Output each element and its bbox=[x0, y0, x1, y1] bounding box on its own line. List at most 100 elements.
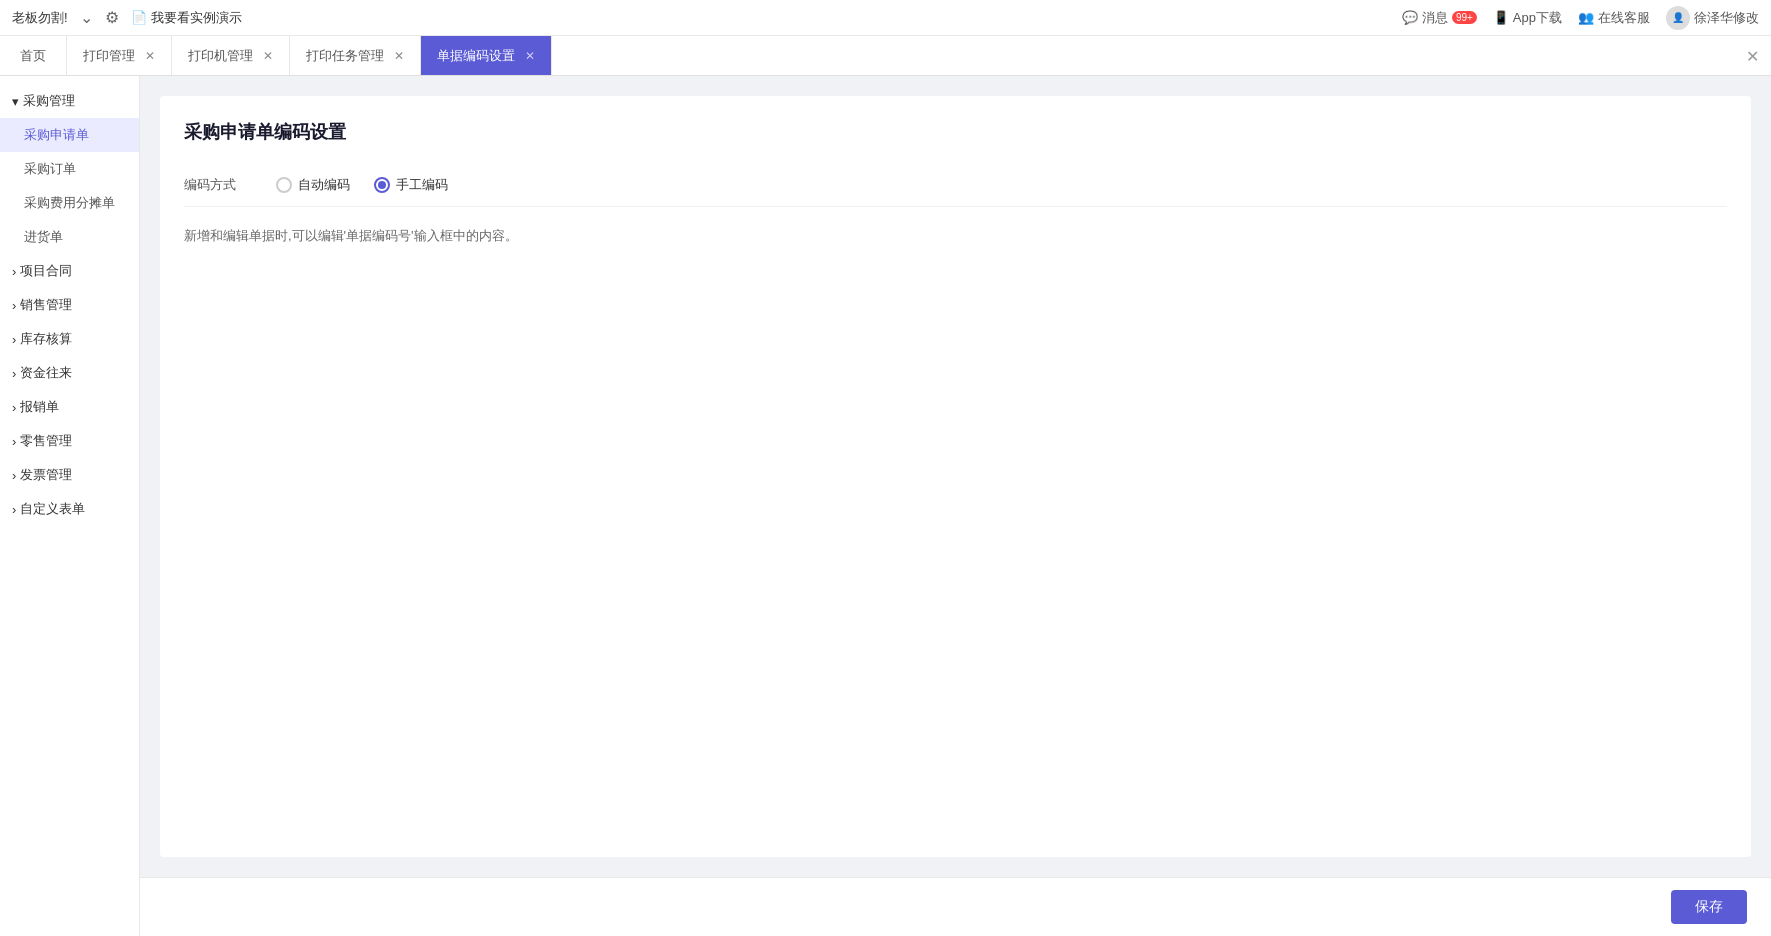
expand-arrow-icon-invoice: › bbox=[12, 468, 16, 483]
tab-printer-management[interactable]: 打印机管理 ✕ bbox=[172, 36, 290, 75]
sidebar-group-inventory: › 库存核算 bbox=[0, 322, 139, 356]
online-service-label: 在线客服 bbox=[1598, 9, 1650, 27]
tab-print-management[interactable]: 打印管理 ✕ bbox=[67, 36, 172, 75]
message-icon: 💬 bbox=[1402, 10, 1418, 25]
sidebar-group-purchase-title[interactable]: ▾ 采购管理 bbox=[0, 84, 139, 118]
sidebar-group-purchase-label: 采购管理 bbox=[23, 92, 75, 110]
save-button[interactable]: 保存 bbox=[1671, 890, 1747, 924]
tab-print-management-label: 打印管理 bbox=[83, 47, 135, 65]
sidebar-item-stock-in-label: 进货单 bbox=[24, 229, 63, 244]
sidebar-group-invoice-title[interactable]: › 发票管理 bbox=[0, 458, 139, 492]
content-area: 采购申请单编码设置 编码方式 自动编码 手工编码 bbox=[140, 76, 1771, 877]
manual-encode-radio[interactable] bbox=[374, 177, 390, 193]
sidebar: ▾ 采购管理 采购申请单 采购订单 采购费用分摊单 进货单 › 项目合同 bbox=[0, 76, 140, 936]
sidebar-group-inventory-title[interactable]: › 库存核算 bbox=[0, 322, 139, 356]
expand-arrow-icon-project: › bbox=[12, 264, 16, 279]
sidebar-group-sales: › 销售管理 bbox=[0, 288, 139, 322]
tab-home[interactable]: 首页 bbox=[0, 36, 67, 75]
demo-label: 我要看实例演示 bbox=[151, 9, 242, 27]
sidebar-group-custom-form-label: 自定义表单 bbox=[20, 500, 85, 518]
sidebar-group-capital-label: 资金往来 bbox=[20, 364, 72, 382]
message-button[interactable]: 💬 消息 99+ bbox=[1402, 9, 1477, 27]
sidebar-item-stock-in[interactable]: 进货单 bbox=[0, 220, 139, 254]
bottom-bar: 保存 bbox=[140, 877, 1771, 936]
brand-label: 老板勿割! bbox=[12, 9, 68, 27]
sidebar-group-returns: › 报销单 bbox=[0, 390, 139, 424]
tab-barcode-settings-label: 单据编码设置 bbox=[437, 47, 515, 65]
tab-bar-close-button[interactable]: ✕ bbox=[1734, 38, 1771, 73]
sidebar-group-project-contract-title[interactable]: › 项目合同 bbox=[0, 254, 139, 288]
settings-icon-button[interactable]: ⚙ bbox=[101, 6, 123, 29]
sidebar-group-invoice: › 发票管理 bbox=[0, 458, 139, 492]
tab-printer-management-close[interactable]: ✕ bbox=[263, 49, 273, 63]
sidebar-group-sales-label: 销售管理 bbox=[20, 296, 72, 314]
content-card: 采购申请单编码设置 编码方式 自动编码 手工编码 bbox=[160, 96, 1751, 857]
expand-arrow-icon-custom: › bbox=[12, 502, 16, 517]
page-title: 采购申请单编码设置 bbox=[184, 120, 1727, 144]
expand-arrow-icon-retail: › bbox=[12, 434, 16, 449]
sidebar-item-purchase-request[interactable]: 采购申请单 bbox=[0, 118, 139, 152]
sidebar-group-retail-label: 零售管理 bbox=[20, 432, 72, 450]
top-bar: 老板勿割! ⌄ ⚙ 📄 我要看实例演示 💬 消息 99+ 📱 App下载 👥 在… bbox=[0, 0, 1771, 36]
sidebar-group-project-contract: › 项目合同 bbox=[0, 254, 139, 288]
encode-label: 编码方式 bbox=[184, 176, 244, 194]
sidebar-group-invoice-label: 发票管理 bbox=[20, 466, 72, 484]
top-bar-left: 老板勿割! ⌄ ⚙ 📄 我要看实例演示 bbox=[12, 6, 242, 29]
sidebar-group-capital-title[interactable]: › 资金往来 bbox=[0, 356, 139, 390]
app-download-button[interactable]: 📱 App下载 bbox=[1493, 9, 1562, 27]
demo-icon: 📄 bbox=[131, 10, 147, 25]
sidebar-group-project-contract-label: 项目合同 bbox=[20, 262, 72, 280]
manual-encode-option[interactable]: 手工编码 bbox=[374, 176, 448, 194]
sidebar-item-purchase-request-label: 采购申请单 bbox=[24, 127, 89, 142]
sidebar-group-returns-title[interactable]: › 报销单 bbox=[0, 390, 139, 424]
sidebar-group-purchase: ▾ 采购管理 采购申请单 采购订单 采购费用分摊单 进货单 bbox=[0, 84, 139, 254]
expand-arrow-icon-inventory: › bbox=[12, 332, 16, 347]
expand-arrow-icon-returns: › bbox=[12, 400, 16, 415]
username-label: 徐泽华修改 bbox=[1694, 9, 1759, 27]
online-service-button[interactable]: 👥 在线客服 bbox=[1578, 9, 1650, 27]
download-icon: 📱 bbox=[1493, 10, 1509, 25]
radio-group: 自动编码 手工编码 bbox=[276, 176, 448, 194]
sidebar-group-returns-label: 报销单 bbox=[20, 398, 59, 416]
tab-print-management-close[interactable]: ✕ bbox=[145, 49, 155, 63]
sidebar-group-retail: › 零售管理 bbox=[0, 424, 139, 458]
hint-text: 新增和编辑单据时,可以编辑'单据编码号'输入框中的内容。 bbox=[184, 227, 1727, 245]
sidebar-item-purchase-expense-label: 采购费用分摊单 bbox=[24, 195, 115, 210]
auto-encode-label: 自动编码 bbox=[298, 176, 350, 194]
avatar: 👤 bbox=[1666, 6, 1690, 30]
sidebar-group-inventory-label: 库存核算 bbox=[20, 330, 72, 348]
tab-home-label: 首页 bbox=[20, 47, 46, 65]
top-bar-icons: ⌄ ⚙ bbox=[76, 6, 123, 29]
auto-encode-option[interactable]: 自动编码 bbox=[276, 176, 350, 194]
sidebar-item-purchase-expense[interactable]: 采购费用分摊单 bbox=[0, 186, 139, 220]
demo-link[interactable]: 📄 我要看实例演示 bbox=[131, 9, 242, 27]
sidebar-item-purchase-order[interactable]: 采购订单 bbox=[0, 152, 139, 186]
dropdown-icon-button[interactable]: ⌄ bbox=[76, 6, 97, 29]
tab-bar: 首页 打印管理 ✕ 打印机管理 ✕ 打印任务管理 ✕ 单据编码设置 ✕ ✕ bbox=[0, 36, 1771, 76]
tab-print-task-close[interactable]: ✕ bbox=[394, 49, 404, 63]
auto-encode-radio[interactable] bbox=[276, 177, 292, 193]
message-badge: 99+ bbox=[1452, 11, 1477, 24]
tab-print-task[interactable]: 打印任务管理 ✕ bbox=[290, 36, 421, 75]
top-bar-right: 💬 消息 99+ 📱 App下载 👥 在线客服 👤 徐泽华修改 bbox=[1402, 6, 1759, 30]
user-menu[interactable]: 👤 徐泽华修改 bbox=[1666, 6, 1759, 30]
sidebar-group-custom-form: › 自定义表单 bbox=[0, 492, 139, 526]
sidebar-group-custom-form-title[interactable]: › 自定义表单 bbox=[0, 492, 139, 526]
sidebar-group-capital: › 资金往来 bbox=[0, 356, 139, 390]
tab-barcode-settings[interactable]: 单据编码设置 ✕ bbox=[421, 36, 552, 75]
message-label: 消息 bbox=[1422, 9, 1448, 27]
main-content: 采购申请单编码设置 编码方式 自动编码 手工编码 bbox=[140, 76, 1771, 936]
sidebar-group-sales-title[interactable]: › 销售管理 bbox=[0, 288, 139, 322]
expand-arrow-icon-capital: › bbox=[12, 366, 16, 381]
sidebar-item-purchase-order-label: 采购订单 bbox=[24, 161, 76, 176]
expand-arrow-icon-sales: › bbox=[12, 298, 16, 313]
service-icon: 👥 bbox=[1578, 10, 1594, 25]
collapse-arrow-icon: ▾ bbox=[12, 94, 19, 109]
layout: ▾ 采购管理 采购申请单 采购订单 采购费用分摊单 进货单 › 项目合同 bbox=[0, 76, 1771, 936]
sidebar-group-retail-title[interactable]: › 零售管理 bbox=[0, 424, 139, 458]
encode-row: 编码方式 自动编码 手工编码 bbox=[184, 164, 1727, 207]
manual-encode-label: 手工编码 bbox=[396, 176, 448, 194]
tab-printer-management-label: 打印机管理 bbox=[188, 47, 253, 65]
tab-print-task-label: 打印任务管理 bbox=[306, 47, 384, 65]
tab-barcode-settings-close[interactable]: ✕ bbox=[525, 49, 535, 63]
